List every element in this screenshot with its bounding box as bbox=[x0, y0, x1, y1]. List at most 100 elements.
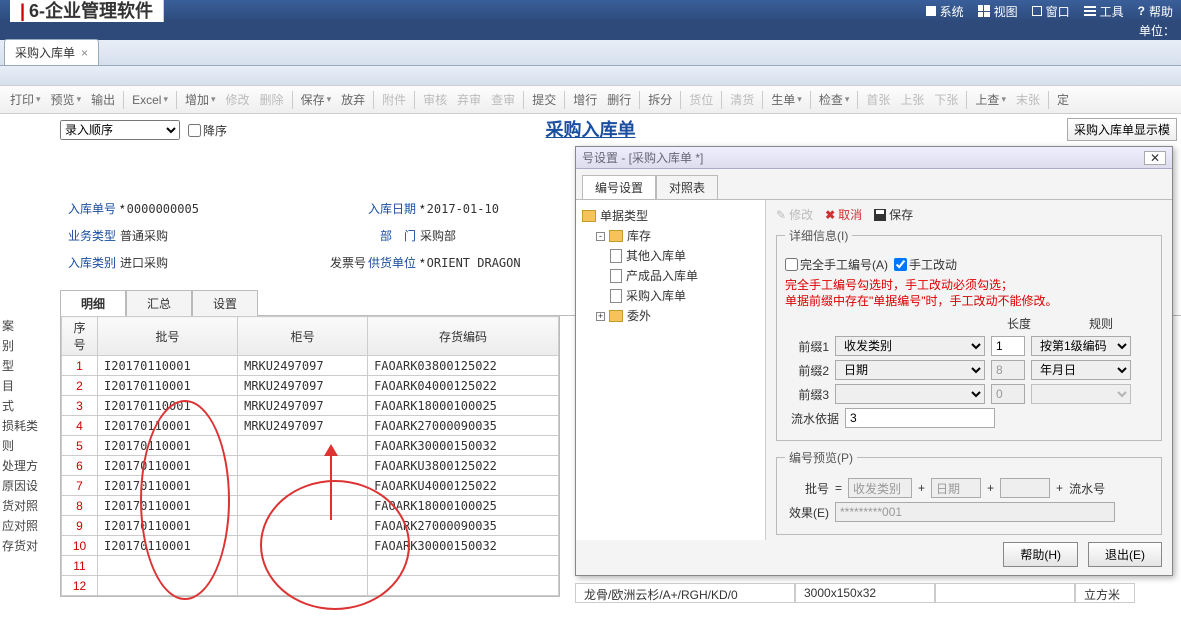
sidebar-item[interactable]: 案 bbox=[2, 316, 38, 336]
inno-value: 0000000005 bbox=[127, 202, 199, 216]
doc-type-tree[interactable]: 单据类型 -库存 其他入库单 产成品入库单 采购入库单 +委外 bbox=[576, 200, 766, 540]
sidebar-item[interactable]: 应对照 bbox=[2, 516, 38, 536]
sidebar-item[interactable]: 目 bbox=[2, 376, 38, 396]
prefix3-combo[interactable] bbox=[835, 384, 985, 404]
table-row[interactable]: 1I20170110001MRKU2497097FAOARK0380012502… bbox=[62, 356, 559, 376]
tab-shezhi[interactable]: 设置 bbox=[192, 290, 258, 316]
tree-purchase-in[interactable]: 采购入库单 bbox=[582, 286, 759, 306]
collapse-icon[interactable]: - bbox=[596, 232, 605, 241]
lastq-button[interactable]: 上查▾ bbox=[971, 88, 1010, 111]
prefix1-len[interactable] bbox=[991, 336, 1025, 356]
sidebar-item[interactable]: 则 bbox=[2, 436, 38, 456]
sidebar-item[interactable]: 损耗类 bbox=[2, 416, 38, 436]
check-button[interactable]: 检查▾ bbox=[815, 88, 854, 111]
addrow-button[interactable]: 增行 bbox=[569, 88, 601, 111]
tab-purchase-in[interactable]: 采购入库单 × bbox=[4, 39, 99, 65]
sidebar-item[interactable]: 货对照 bbox=[2, 496, 38, 516]
preview-legend: 编号预览(P) bbox=[785, 449, 857, 466]
exit-button[interactable]: 退出(E) bbox=[1088, 542, 1162, 567]
prefix1-rule[interactable]: 按第1级编码 bbox=[1031, 336, 1131, 356]
dtab-mapping[interactable]: 对照表 bbox=[656, 175, 718, 199]
intype-label: 入库类别 bbox=[60, 254, 116, 271]
table-row[interactable]: 10I20170110001FAOARK30000150032 bbox=[62, 536, 559, 556]
menu-tool[interactable]: 工具 bbox=[1084, 3, 1124, 20]
tree-product-in[interactable]: 产成品入库单 bbox=[582, 266, 759, 286]
folder-icon bbox=[582, 210, 596, 222]
prefix1-combo[interactable]: 收发类别 bbox=[835, 336, 985, 356]
abandon-button[interactable]: 放弃 bbox=[337, 88, 369, 111]
manual-full-checkbox[interactable]: 完全手工编号(A) bbox=[785, 256, 888, 273]
table-row[interactable]: 3I20170110001MRKU2497097FAOARK1800010002… bbox=[62, 396, 559, 416]
manual-change-checkbox[interactable]: 手工改动 bbox=[894, 256, 957, 273]
delrow-button[interactable]: 删行 bbox=[603, 88, 635, 111]
sidebar-item[interactable]: 型 bbox=[2, 356, 38, 376]
display-template-button[interactable]: 采购入库单显示模 bbox=[1067, 118, 1177, 141]
effect-label: 效果(E) bbox=[785, 504, 829, 521]
menu-view[interactable]: 视图 bbox=[978, 3, 1018, 20]
prefix2-combo[interactable]: 日期 bbox=[835, 360, 985, 380]
desc-checkbox[interactable]: 降序 bbox=[188, 122, 227, 139]
seq-input[interactable] bbox=[845, 408, 995, 428]
menu-window[interactable]: 窗口 bbox=[1032, 3, 1070, 20]
supplier-label: 供货单位 bbox=[360, 254, 416, 271]
col-cab[interactable]: 柜号 bbox=[238, 317, 368, 356]
col-batch[interactable]: 批号 bbox=[98, 317, 238, 356]
dept-value: 采购部 bbox=[420, 229, 456, 243]
split-button[interactable]: 拆分 bbox=[644, 88, 676, 111]
output-button[interactable]: 输出 bbox=[87, 88, 119, 111]
rule-header: 规则 bbox=[1051, 315, 1151, 332]
sidebar-item[interactable]: 别 bbox=[2, 336, 38, 356]
dialog-save-button[interactable]: 保存 bbox=[874, 206, 913, 223]
detail-grid[interactable]: 序号 批号 柜号 存货编码 1I20170110001MRKU2497097FA… bbox=[60, 316, 560, 597]
biztype-value: 普通采购 bbox=[120, 229, 168, 243]
inno-label: 入库单号 bbox=[60, 200, 116, 217]
table-row[interactable]: 4I20170110001MRKU2497097FAOARK2700009003… bbox=[62, 416, 559, 436]
sidebar-item[interactable]: 式 bbox=[2, 396, 38, 416]
dtab-numbering[interactable]: 编号设置 bbox=[582, 175, 656, 199]
table-row[interactable]: 8I20170110001FAOARK18000100025 bbox=[62, 496, 559, 516]
col-idx[interactable]: 序号 bbox=[62, 317, 98, 356]
submit-button[interactable]: 提交 bbox=[528, 88, 560, 111]
prev-button: 上张 bbox=[896, 88, 928, 111]
sidebar-item[interactable]: 处理方 bbox=[2, 456, 38, 476]
close-icon[interactable]: × bbox=[81, 46, 88, 60]
save-icon bbox=[874, 209, 886, 221]
tab-mingxi[interactable]: 明细 bbox=[60, 290, 126, 316]
add-button[interactable]: 增加▾ bbox=[181, 88, 220, 111]
sidebar-item[interactable]: 原因设 bbox=[2, 476, 38, 496]
delete-button: 删除 bbox=[256, 88, 288, 111]
pv-seq-label: 流水号 bbox=[1069, 480, 1105, 497]
table-row[interactable]: 5I20170110001FAOARK30000150032 bbox=[62, 436, 559, 456]
help-button[interactable]: 帮助(H) bbox=[1003, 542, 1078, 567]
sort-combo[interactable]: 录入顺序 bbox=[60, 120, 180, 140]
excel-button[interactable]: Excel▾ bbox=[128, 90, 172, 110]
clear-button: 清货 bbox=[726, 88, 758, 111]
sidebar-item[interactable]: 存货对 bbox=[2, 536, 38, 556]
col-inv[interactable]: 存货编码 bbox=[368, 317, 559, 356]
unit-bar: 单位： bbox=[0, 22, 1181, 40]
table-row[interactable]: 7I20170110001FAOARKU4000125022 bbox=[62, 476, 559, 496]
intype-value: 进口采购 bbox=[120, 256, 168, 270]
dialog-cancel-button[interactable]: ✖ 取消 bbox=[825, 206, 862, 223]
table-row[interactable]: 9I20170110001FAOARK27000090035 bbox=[62, 516, 559, 536]
set-button[interactable]: 定 bbox=[1053, 88, 1073, 111]
prefix2-len bbox=[991, 360, 1025, 380]
menu-help[interactable]: ?帮助 bbox=[1138, 3, 1173, 20]
table-row[interactable]: 6I20170110001FAOARKU3800125022 bbox=[62, 456, 559, 476]
preview-button[interactable]: 预览▾ bbox=[47, 88, 86, 111]
table-row[interactable]: 2I20170110001MRKU2497097FAOARK0400012502… bbox=[62, 376, 559, 396]
expand-icon[interactable]: + bbox=[596, 312, 605, 321]
next-button: 下张 bbox=[930, 88, 962, 111]
menu-system[interactable]: 系统 bbox=[926, 3, 964, 20]
prefix2-rule[interactable]: 年月日 bbox=[1031, 360, 1131, 380]
pv-batch-label: 批号 bbox=[785, 480, 829, 497]
dialog-close-icon[interactable]: ✕ bbox=[1144, 151, 1166, 165]
table-row[interactable]: 11 bbox=[62, 556, 559, 576]
tab-huizong[interactable]: 汇总 bbox=[126, 290, 192, 316]
save-button[interactable]: 保存▾ bbox=[297, 88, 336, 111]
pv1 bbox=[848, 478, 912, 498]
table-row[interactable]: 12 bbox=[62, 576, 559, 596]
gen-button[interactable]: 生单▾ bbox=[767, 88, 806, 111]
page-icon bbox=[610, 249, 622, 263]
tree-other-in[interactable]: 其他入库单 bbox=[582, 246, 759, 266]
